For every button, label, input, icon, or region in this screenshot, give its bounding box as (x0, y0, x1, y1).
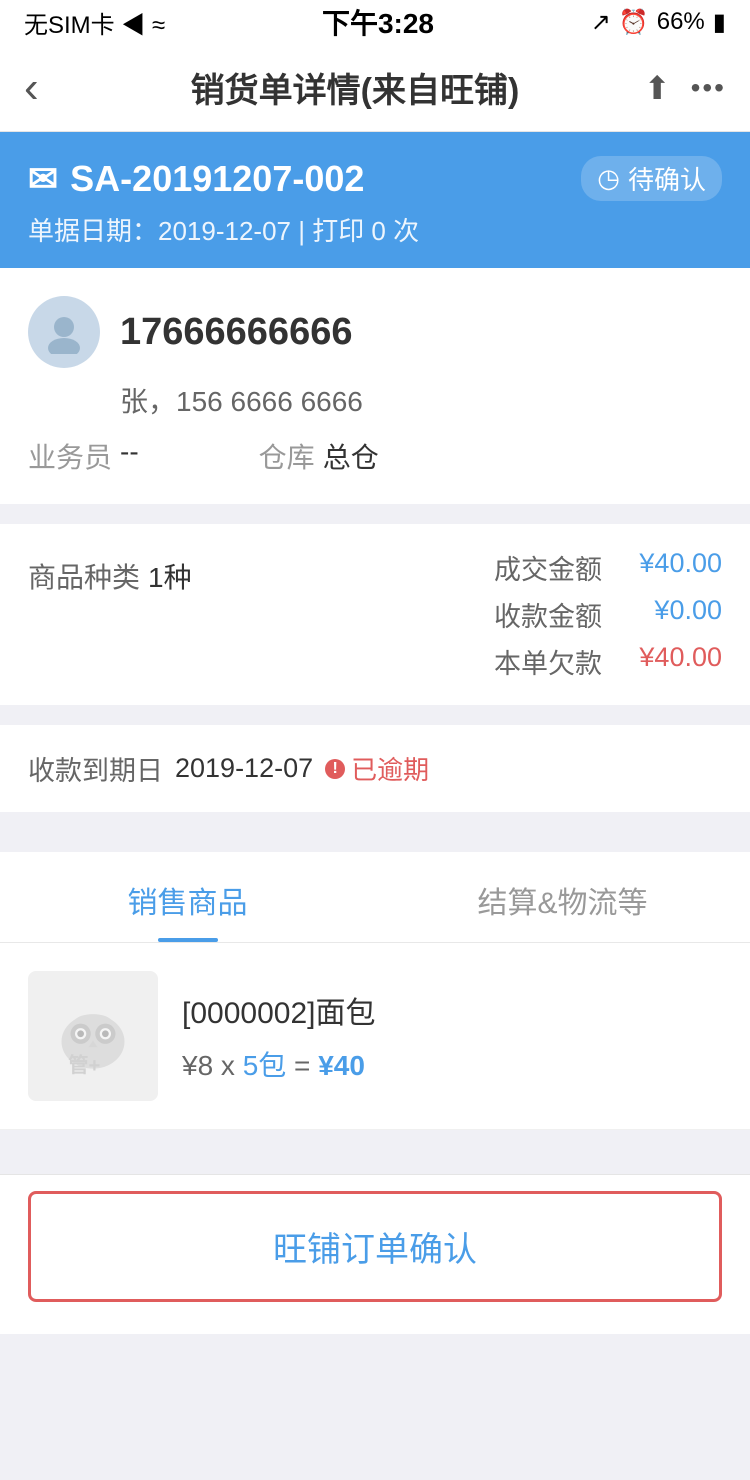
back-icon: ‹ (24, 63, 39, 113)
tab-sales-products[interactable]: 销售商品 (0, 852, 375, 942)
price-prefix: ¥8 x (182, 1050, 243, 1081)
amount-row-received: 收款金额 ¥0.00 (462, 595, 722, 634)
product-types: 商品种类 1种 (28, 556, 192, 596)
bottom-bar: 旺铺订单确认 (0, 1174, 750, 1334)
amounts-section: 成交金额 ¥40.00 收款金额 ¥0.00 本单欠款 ¥40.00 (462, 548, 722, 681)
due-date-label: 收款到期日 (28, 749, 163, 788)
amount-row-deal: 成交金额 ¥40.00 (462, 548, 722, 587)
amount-row-owed: 本单欠款 ¥40.00 (462, 642, 722, 681)
back-button[interactable]: ‹ (24, 63, 84, 113)
product-item: 管+ [0000002]面包 ¥8 x 5包 = ¥40 (0, 943, 750, 1130)
customer-avatar (28, 296, 100, 368)
owed-amount-value: ¥40.00 (622, 642, 722, 681)
warehouse-label: 仓库 (259, 436, 315, 476)
nav-bar: ‹ 销货单详情(来自旺铺) ⬆ ••• (0, 44, 750, 132)
more-icon[interactable]: ••• (691, 72, 726, 104)
order-date: 单据日期：2019-12-07 | 打印 0 次 (28, 211, 722, 248)
envelope-icon: ✉ (28, 158, 58, 200)
tabs-header: 销售商品 结算&物流等 (0, 852, 750, 943)
customer-meta: 业务员 -- 仓库 总仓 (28, 436, 722, 476)
qty-value: 5包 (243, 1050, 287, 1081)
nav-actions: ⬆ ••• (626, 69, 726, 107)
deal-amount-value: ¥40.00 (622, 548, 722, 587)
confirm-button[interactable]: 旺铺订单确认 (28, 1191, 722, 1302)
due-date-value: 2019-12-07 (175, 753, 313, 784)
tabs-section: 销售商品 结算&物流等 管+ (0, 852, 750, 1130)
salesperson-value: -- (120, 436, 139, 476)
status-bar-time: 下午3:28 (322, 2, 434, 42)
battery-level: 66% (657, 8, 705, 36)
battery-icon: ▮ (713, 8, 726, 37)
svg-text:管+: 管+ (68, 1053, 100, 1077)
product-types-value: 1种 (148, 556, 192, 596)
tab-settlement[interactable]: 结算&物流等 (375, 852, 750, 942)
warehouse-value: 总仓 (323, 436, 379, 476)
divider-1 (0, 832, 750, 852)
calc-mid: = (286, 1050, 318, 1081)
summary-section: 商品种类 1种 成交金额 ¥40.00 收款金额 ¥0.00 本单欠款 ¥40.… (0, 524, 750, 705)
salesperson-label: 业务员 (28, 436, 112, 476)
order-status: ◷ 待确认 (581, 156, 722, 201)
product-types-label: 商品种类 (28, 556, 140, 596)
page-title: 销货单详情(来自旺铺) (84, 63, 626, 112)
received-amount-label: 收款金额 (462, 595, 602, 634)
customer-card: 17666666666 张，156 6666 6666 业务员 -- 仓库 总仓 (0, 268, 750, 504)
order-number: ✉ SA-20191207-002 (28, 158, 364, 200)
status-bar-carrier: 无SIM卡 ◀ ≈ (24, 5, 165, 40)
product-info: [0000002]面包 ¥8 x 5包 = ¥40 (182, 988, 722, 1084)
clock-icon: ◷ (597, 163, 620, 194)
share-icon[interactable]: ⬆ (644, 69, 671, 107)
product-calc: ¥8 x 5包 = ¥40 (182, 1044, 722, 1084)
overdue-dot-icon: ! (325, 759, 345, 779)
owed-amount-label: 本单欠款 (462, 642, 602, 681)
due-date-section: 收款到期日 2019-12-07 ! 已逾期 (0, 725, 750, 812)
overdue-badge: ! 已逾期 (325, 750, 429, 787)
location-icon: ↗ (591, 8, 611, 37)
product-list: 管+ [0000002]面包 ¥8 x 5包 = ¥40 (0, 943, 750, 1130)
overdue-text: 已逾期 (351, 750, 429, 787)
total-value: ¥40 (318, 1050, 365, 1081)
customer-name: 张，156 6666 6666 (120, 380, 722, 420)
product-thumbnail: 管+ (28, 971, 158, 1101)
product-name: [0000002]面包 (182, 988, 722, 1032)
order-header: ✉ SA-20191207-002 ◷ 待确认 单据日期：2019-12-07 … (0, 132, 750, 268)
customer-phone: 17666666666 (120, 311, 352, 354)
received-amount-value: ¥0.00 (622, 595, 722, 634)
alarm-icon: ⏰ (619, 8, 649, 37)
status-bar-battery: ↗ ⏰ 66% ▮ (591, 8, 726, 37)
deal-amount-label: 成交金额 (462, 548, 602, 587)
status-bar: 无SIM卡 ◀ ≈ 下午3:28 ↗ ⏰ 66% ▮ (0, 0, 750, 44)
